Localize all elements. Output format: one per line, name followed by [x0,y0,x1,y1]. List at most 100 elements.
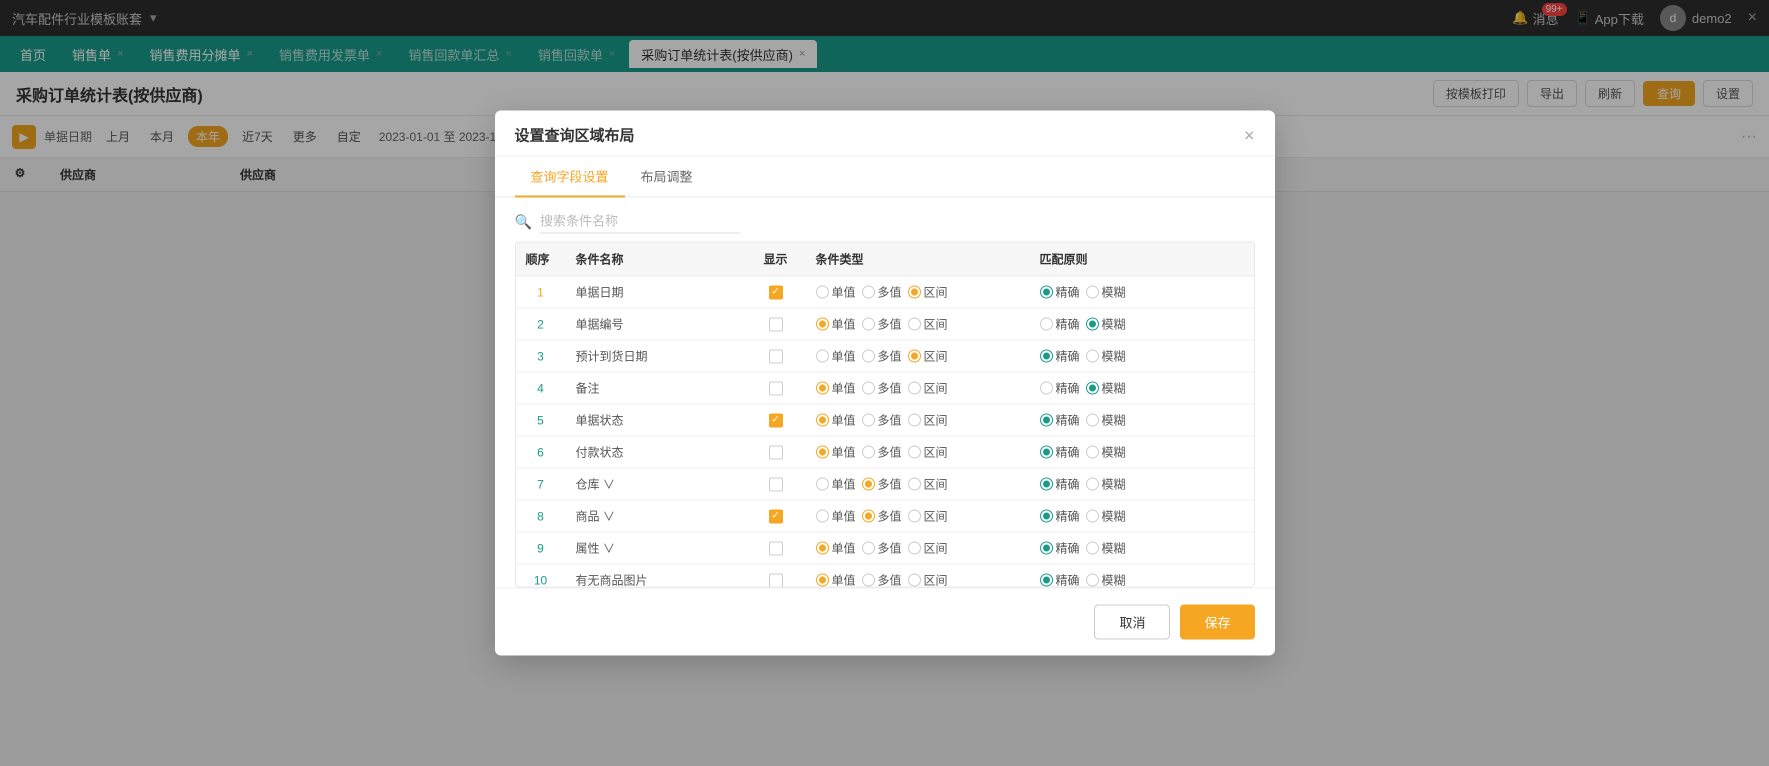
radio-label: 单值 [832,572,856,587]
checkbox[interactable] [769,381,783,395]
radio-type-item[interactable]: 多值 [862,316,902,333]
radio-match-item[interactable]: 精确 [1040,412,1080,429]
radio-type-item[interactable]: 单值 [816,508,856,525]
checkbox[interactable] [769,285,783,299]
tab-layout-adjustment[interactable]: 布局调整 [625,157,709,198]
radio-match-item[interactable]: 模糊 [1086,572,1126,587]
radio-dot [862,382,875,395]
radio-type-item[interactable]: 多值 [862,540,902,557]
row-show-checkbox[interactable] [746,566,806,587]
checkbox[interactable] [769,349,783,363]
radio-match-item[interactable]: 模糊 [1086,508,1126,525]
table-row: 1单据日期单值多值区间精确模糊 [516,277,1254,309]
radio-type-item[interactable]: 区间 [908,508,948,525]
radio-dot [862,318,875,331]
row-name: 单据状态 [566,405,746,436]
radio-label: 精确 [1056,284,1080,301]
radio-dot [816,382,829,395]
radio-match-item[interactable]: 模糊 [1086,284,1126,301]
radio-match-item[interactable]: 模糊 [1086,412,1126,429]
radio-type-item[interactable]: 多值 [862,508,902,525]
radio-type-item[interactable]: 区间 [908,380,948,397]
row-name: 有无商品图片 [566,565,746,587]
radio-type-item[interactable]: 单值 [816,316,856,333]
radio-match-item[interactable]: 模糊 [1086,380,1126,397]
save-btn[interactable]: 保存 [1180,605,1254,640]
radio-match-item[interactable]: 精确 [1040,476,1080,493]
radio-type-item[interactable]: 多值 [862,348,902,365]
radio-type-item[interactable]: 单值 [816,284,856,301]
checkbox[interactable] [769,317,783,331]
radio-dot [816,286,829,299]
checkbox[interactable] [769,413,783,427]
radio-type-item[interactable]: 单值 [816,412,856,429]
checkbox[interactable] [769,445,783,459]
radio-type-item[interactable]: 单值 [816,380,856,397]
row-show-checkbox[interactable] [746,278,806,306]
radio-dot [1040,542,1053,555]
radio-type-item[interactable]: 多值 [862,476,902,493]
row-show-checkbox[interactable] [746,374,806,402]
radio-type-item[interactable]: 区间 [908,348,948,365]
radio-type-item[interactable]: 区间 [908,316,948,333]
radio-type-item[interactable]: 多值 [862,444,902,461]
radio-match-item[interactable]: 模糊 [1086,540,1126,557]
radio-type-item[interactable]: 区间 [908,476,948,493]
table-row: 6付款状态单值多值区间精确模糊 [516,437,1254,469]
radio-dot [816,510,829,523]
row-show-checkbox[interactable] [746,310,806,338]
checkbox[interactable] [769,477,783,491]
modal-title: 设置查询区域布局 [515,125,635,146]
row-show-checkbox[interactable] [746,406,806,434]
radio-type-item[interactable]: 单值 [816,476,856,493]
radio-match-item[interactable]: 精确 [1040,444,1080,461]
row-show-checkbox[interactable] [746,342,806,370]
radio-match-item[interactable]: 精确 [1040,508,1080,525]
radio-dot [908,414,921,427]
tab-query-field-settings[interactable]: 查询字段设置 [515,157,625,198]
radio-match-item[interactable]: 精确 [1040,284,1080,301]
radio-label: 模糊 [1102,508,1126,525]
radio-match-item[interactable]: 精确 [1040,572,1080,587]
radio-type-item[interactable]: 单值 [816,540,856,557]
radio-type-item[interactable]: 区间 [908,412,948,429]
radio-match-item[interactable]: 模糊 [1086,476,1126,493]
row-show-checkbox[interactable] [746,438,806,466]
row-show-checkbox[interactable] [746,534,806,562]
row-name: 付款状态 [566,437,746,468]
radio-match-item[interactable]: 精确 [1040,380,1080,397]
row-match-group: 精确模糊 [1030,309,1254,340]
row-order: 10 [516,566,566,587]
radio-type-item[interactable]: 单值 [816,348,856,365]
checkbox[interactable] [769,509,783,523]
radio-label: 多值 [878,316,902,333]
checkbox[interactable] [769,573,783,587]
radio-match-item[interactable]: 模糊 [1086,444,1126,461]
radio-match-item[interactable]: 精确 [1040,348,1080,365]
radio-label: 多值 [878,284,902,301]
radio-type-item[interactable]: 区间 [908,444,948,461]
radio-type-item[interactable]: 区间 [908,540,948,557]
radio-match-item[interactable]: 模糊 [1086,316,1126,333]
row-type-group: 单值多值区间 [806,565,1030,587]
row-show-checkbox[interactable] [746,502,806,530]
radio-type-item[interactable]: 多值 [862,572,902,587]
modal-close-btn[interactable]: × [1244,126,1255,144]
radio-match-item[interactable]: 精确 [1040,316,1080,333]
cancel-btn[interactable]: 取消 [1094,605,1170,640]
radio-match-item[interactable]: 精确 [1040,540,1080,557]
radio-type-item[interactable]: 多值 [862,412,902,429]
radio-type-item[interactable]: 区间 [908,572,948,587]
radio-label: 模糊 [1102,412,1126,429]
row-match-group: 精确 模糊 [1030,405,1254,436]
search-input[interactable] [540,210,740,234]
radio-dot [908,318,921,331]
radio-type-item[interactable]: 单值 [816,444,856,461]
radio-type-item[interactable]: 多值 [862,284,902,301]
row-show-checkbox[interactable] [746,470,806,498]
checkbox[interactable] [769,541,783,555]
radio-type-item[interactable]: 单值 [816,572,856,587]
radio-type-item[interactable]: 区间 [908,284,948,301]
radio-type-item[interactable]: 多值 [862,380,902,397]
radio-match-item[interactable]: 模糊 [1086,348,1126,365]
